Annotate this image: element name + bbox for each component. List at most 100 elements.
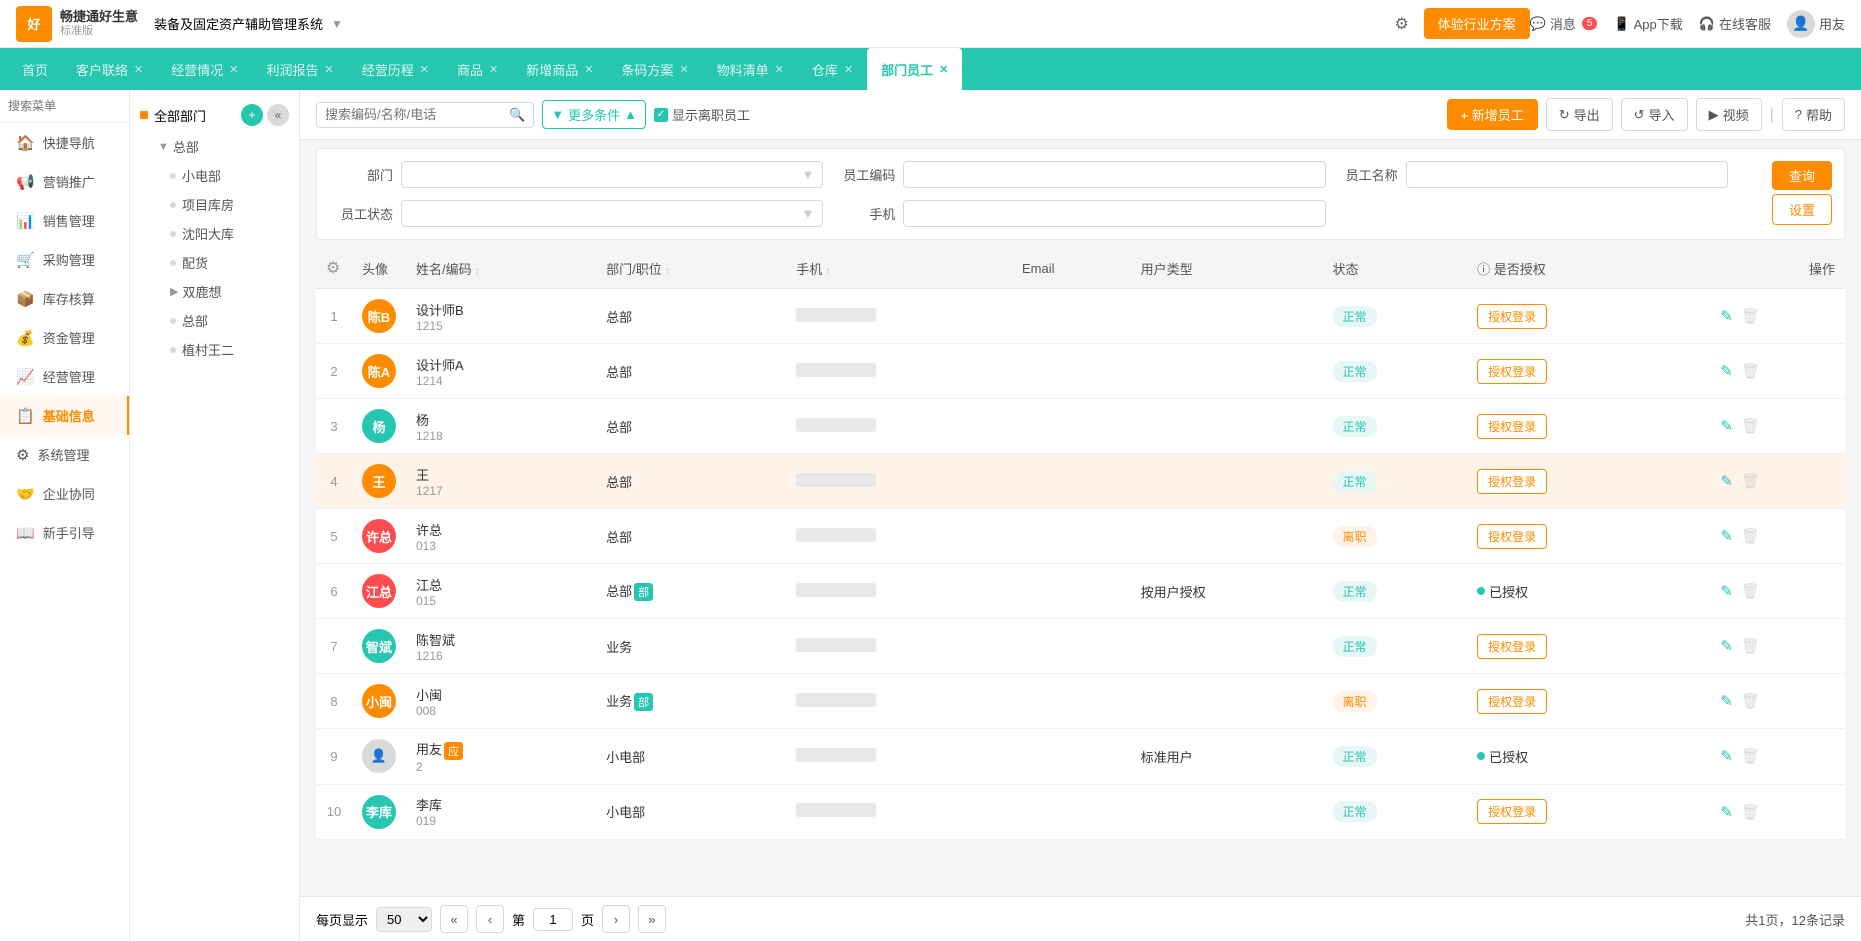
- sidebar-item-marketing[interactable]: 📢 营销推广: [0, 162, 129, 201]
- close-icon[interactable]: ✕: [229, 63, 238, 76]
- nav-tab-history[interactable]: 经营历程 ✕: [348, 48, 443, 90]
- dept-node-xiangmu[interactable]: 项目库房: [130, 190, 299, 219]
- export-button[interactable]: ↻ 导出: [1546, 98, 1613, 131]
- nav-tab-product[interactable]: 商品 ✕: [443, 48, 512, 90]
- edit-icon[interactable]: ✎: [1720, 692, 1733, 710]
- emp-code-input[interactable]: [903, 161, 1325, 188]
- first-page-button[interactable]: «: [440, 905, 468, 933]
- next-page-button[interactable]: ›: [602, 905, 630, 933]
- edit-icon[interactable]: ✎: [1720, 527, 1733, 545]
- prev-page-button[interactable]: ‹: [476, 905, 504, 933]
- edit-icon[interactable]: ✎: [1720, 472, 1733, 490]
- show-resigned-toggle[interactable]: 显示离职员工: [654, 105, 750, 124]
- search-input[interactable]: [325, 107, 505, 122]
- edit-icon[interactable]: ✎: [1720, 637, 1733, 655]
- view-button[interactable]: ▶ 视频: [1696, 98, 1762, 131]
- dept-node-xiaodian[interactable]: 小电部: [130, 161, 299, 190]
- sidebar-search-input[interactable]: [8, 99, 130, 113]
- edit-icon[interactable]: ✎: [1720, 582, 1733, 600]
- dept-node-zongbu[interactable]: ▼ 总部: [130, 132, 299, 161]
- auth-login-button[interactable]: 授权登录: [1477, 469, 1547, 494]
- query-button[interactable]: 查询: [1772, 161, 1832, 190]
- phone-input[interactable]: [903, 200, 1325, 227]
- close-icon[interactable]: ✕: [325, 63, 334, 76]
- add-dept-button[interactable]: +: [241, 104, 263, 126]
- auth-login-button[interactable]: 授权登录: [1477, 359, 1547, 384]
- sidebar-item-basic[interactable]: 📋 基础信息: [0, 396, 129, 435]
- sidebar-item-finance[interactable]: 💰 资金管理: [0, 318, 129, 357]
- delete-icon[interactable]: 🗑: [1741, 307, 1760, 325]
- edit-icon[interactable]: ✎: [1720, 362, 1733, 380]
- nav-tab-profit[interactable]: 利润报告 ✕: [252, 48, 347, 90]
- col-phone[interactable]: 手机: [786, 248, 1012, 289]
- import-button[interactable]: ↺ 导入: [1621, 98, 1688, 131]
- auth-login-button[interactable]: 授权登录: [1477, 414, 1547, 439]
- online-service-btn[interactable]: 🎧 在线客服: [1699, 14, 1771, 33]
- dept-node-shuanglu[interactable]: ▶ 双鹿想: [130, 277, 299, 306]
- sidebar-item-guide[interactable]: 📖 新手引导: [0, 513, 129, 552]
- more-filters-button[interactable]: ▼ 更多条件 ▲: [542, 100, 646, 129]
- page-size-select[interactable]: 50 100: [376, 907, 432, 932]
- auth-login-button[interactable]: 授权登录: [1477, 634, 1547, 659]
- col-name[interactable]: 姓名/编码: [406, 248, 596, 289]
- gear-icon[interactable]: ⚙: [326, 260, 340, 277]
- delete-icon[interactable]: 🗑: [1741, 527, 1760, 545]
- auth-login-button[interactable]: 授权登录: [1477, 799, 1547, 824]
- sidebar-item-system[interactable]: ⚙ 系统管理: [0, 435, 129, 474]
- app-download-btn[interactable]: 📱 App下载: [1613, 14, 1682, 33]
- close-icon[interactable]: ✕: [844, 63, 853, 76]
- nav-tab-employee[interactable]: 部门员工 ✕: [867, 48, 962, 90]
- gear-button[interactable]: ⚙: [1388, 10, 1416, 38]
- close-icon[interactable]: ✕: [939, 63, 948, 76]
- delete-icon[interactable]: 🗑: [1741, 803, 1760, 821]
- page-input[interactable]: [533, 908, 573, 931]
- sidebar-item-collab[interactable]: 🤝 企业协同: [0, 474, 129, 513]
- edit-icon[interactable]: ✎: [1720, 417, 1733, 435]
- sidebar-item-quicknav[interactable]: 🏠 快捷导航: [0, 123, 129, 162]
- nav-tab-home[interactable]: 首页: [8, 48, 62, 90]
- help-button[interactable]: ? 帮助: [1782, 98, 1845, 131]
- nav-tab-new-product[interactable]: 新增商品 ✕: [512, 48, 607, 90]
- delete-icon[interactable]: 🗑: [1741, 692, 1760, 710]
- dept-node-peihuo[interactable]: 配货: [130, 248, 299, 277]
- nav-tab-barcode[interactable]: 条码方案 ✕: [607, 48, 702, 90]
- dropdown-arrow-icon[interactable]: ▼: [331, 17, 343, 31]
- auth-login-button[interactable]: 授权登录: [1477, 304, 1547, 329]
- auth-login-button[interactable]: 授权登录: [1477, 524, 1547, 549]
- edit-icon[interactable]: ✎: [1720, 803, 1733, 821]
- dept-node-shenyang[interactable]: 沈阳大库: [130, 219, 299, 248]
- status-select[interactable]: ▼: [401, 200, 823, 227]
- edit-icon[interactable]: ✎: [1720, 307, 1733, 325]
- auth-login-button[interactable]: 授权登录: [1477, 689, 1547, 714]
- nav-tab-material[interactable]: 物料清单 ✕: [703, 48, 798, 90]
- close-icon[interactable]: ✕: [584, 63, 593, 76]
- sidebar-item-inventory[interactable]: 📦 库存核算: [0, 279, 129, 318]
- settings-button[interactable]: 设置: [1772, 194, 1832, 225]
- close-icon[interactable]: ✕: [420, 63, 429, 76]
- delete-icon[interactable]: 🗑: [1741, 747, 1760, 765]
- emp-name-input[interactable]: [1406, 161, 1728, 188]
- last-page-button[interactable]: »: [638, 905, 666, 933]
- nav-tab-customer[interactable]: 客户联络 ✕: [62, 48, 157, 90]
- collapse-tree-button[interactable]: «: [267, 104, 289, 126]
- delete-icon[interactable]: 🗑: [1741, 637, 1760, 655]
- close-icon[interactable]: ✕: [134, 63, 143, 76]
- nav-tab-operation[interactable]: 经营情况 ✕: [157, 48, 252, 90]
- trial-button[interactable]: 体验行业方案: [1424, 8, 1530, 39]
- close-icon[interactable]: ✕: [489, 63, 498, 76]
- user-menu[interactable]: 👤 用友: [1787, 10, 1845, 38]
- delete-icon[interactable]: 🗑: [1741, 582, 1760, 600]
- delete-icon[interactable]: 🗑: [1741, 417, 1760, 435]
- sidebar-item-purchase[interactable]: 🛒 采购管理: [0, 240, 129, 279]
- dept-node-zhicun[interactable]: 植村王二: [130, 335, 299, 364]
- close-icon[interactable]: ✕: [775, 63, 784, 76]
- delete-icon[interactable]: 🗑: [1741, 472, 1760, 490]
- resigned-checkbox[interactable]: [654, 108, 668, 122]
- col-dept[interactable]: 部门/职位: [596, 248, 786, 289]
- sidebar-item-operation[interactable]: 📈 经营管理: [0, 357, 129, 396]
- nav-tab-warehouse[interactable]: 仓库 ✕: [798, 48, 867, 90]
- edit-icon[interactable]: ✎: [1720, 747, 1733, 765]
- dept-select[interactable]: ▼: [401, 161, 823, 188]
- close-icon[interactable]: ✕: [679, 63, 688, 76]
- dept-node-zongbu2[interactable]: 总部: [130, 306, 299, 335]
